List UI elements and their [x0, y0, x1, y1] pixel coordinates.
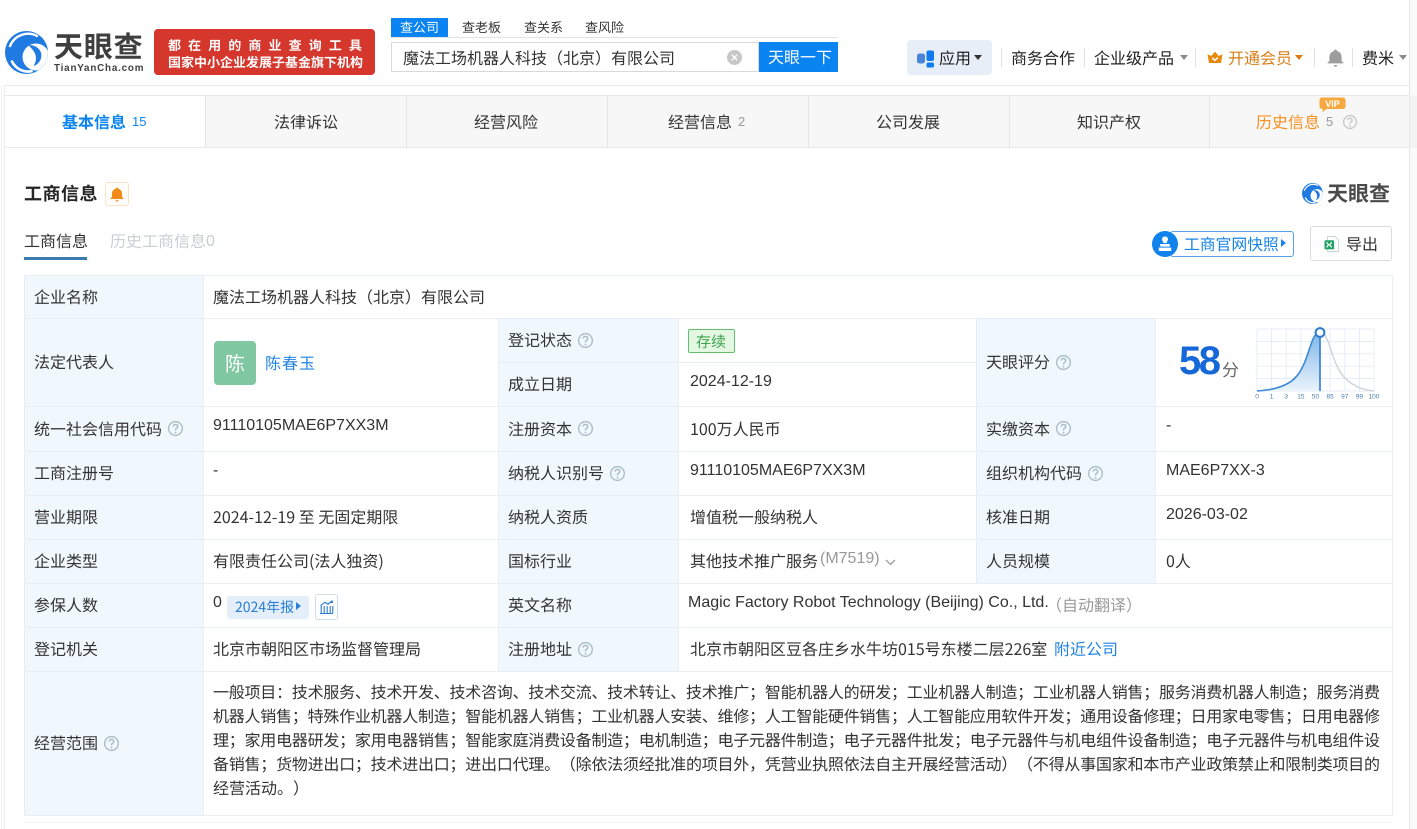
svg-text:50: 50	[1312, 394, 1320, 401]
svg-text:97: 97	[1341, 394, 1349, 401]
svg-text:85: 85	[1326, 394, 1334, 401]
svg-text:100: 100	[1369, 394, 1380, 401]
svg-text:0: 0	[1255, 394, 1259, 401]
svg-text:VIP: VIP	[1325, 99, 1340, 109]
svg-text:1: 1	[1270, 394, 1274, 401]
svg-text:99: 99	[1356, 394, 1364, 401]
svg-text:3: 3	[1284, 394, 1288, 401]
svg-text:15: 15	[1297, 394, 1305, 401]
